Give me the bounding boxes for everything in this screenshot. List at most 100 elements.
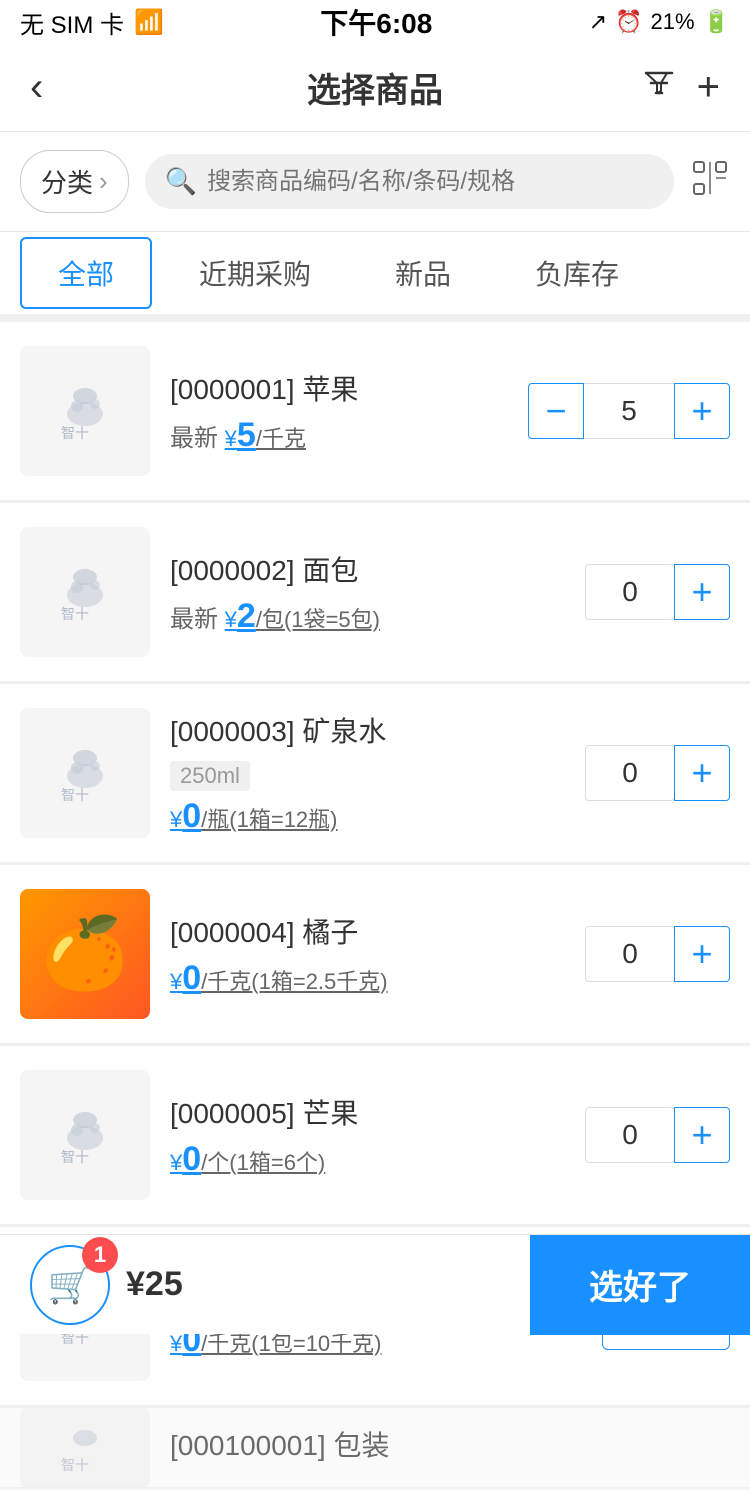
table-row: 🍊 [0000004] 橘子 ¥0/千克(1箱=2.5千克) + — [0, 865, 750, 1044]
nav-left: ‹ — [30, 65, 43, 110]
qty-input-4[interactable] — [585, 1107, 675, 1163]
wifi-icon: 📶 — [134, 8, 164, 37]
nav-bar: ‹ 选择商品 + — [0, 44, 750, 132]
svg-text:智十: 智十 — [61, 606, 89, 622]
filter-icon[interactable] — [641, 65, 677, 110]
qty-plus-2[interactable]: + — [674, 745, 730, 801]
tab-negative[interactable]: 负库存 — [498, 238, 656, 308]
product-name-1: [0000002] 面包 — [170, 549, 565, 589]
battery-icon: 🔋 — [703, 9, 730, 35]
unit-5: /千克(1包=10千克) — [201, 1331, 381, 1356]
svg-text:智十: 智十 — [61, 425, 89, 441]
product-name-6: [000100001] 包装 — [170, 1424, 710, 1464]
qty-input-1[interactable] — [585, 564, 675, 620]
product-price-3: ¥0/千克(1箱=2.5千克) — [170, 959, 565, 998]
unit-2: /瓶(1箱=12瓶) — [201, 807, 337, 832]
product-image-4: 智十 — [20, 1070, 150, 1200]
cart-section: 🛒 1 ¥25 — [0, 1245, 530, 1325]
filter-bar: 分类 › 🔍 — [0, 132, 750, 232]
qty-control-2: + — [585, 745, 730, 801]
tab-new[interactable]: 新品 — [358, 238, 488, 308]
scan-icon[interactable] — [690, 158, 730, 206]
product-info-6: [000100001] 包装 — [150, 1424, 730, 1472]
bottom-bar: 🛒 1 ¥25 选好了 — [0, 1234, 750, 1334]
amount-2: 0 — [182, 797, 201, 835]
search-input[interactable] — [207, 168, 654, 196]
search-box: 🔍 — [145, 154, 674, 209]
currency-4: ¥ — [170, 1150, 182, 1175]
qty-control-3: + — [585, 926, 730, 982]
product-name-3: [0000004] 橘子 — [170, 911, 565, 951]
qty-input-0[interactable] — [584, 383, 674, 439]
confirm-label: 选好了 — [589, 1260, 691, 1309]
product-price-2: ¥0/瓶(1箱=12瓶) — [170, 797, 565, 836]
product-price-0: 最新 ¥5/千克 — [170, 416, 508, 455]
product-image-6: 智十 — [20, 1408, 150, 1488]
product-image-3: 🍊 — [20, 889, 150, 1019]
cart-icon: 🛒 — [48, 1264, 93, 1306]
svg-text:智十: 智十 — [61, 787, 89, 803]
qty-control-0: − + — [528, 383, 730, 439]
product-price-1: 最新 ¥2/包(1袋=5包) — [170, 597, 565, 636]
svg-text:智十: 智十 — [61, 1457, 89, 1473]
location-icon: ↗ — [589, 9, 607, 35]
unit-4: /个(1箱=6个) — [201, 1150, 325, 1175]
product-info-2: [0000003] 矿泉水 250ml ¥0/瓶(1箱=12瓶) — [150, 710, 585, 836]
currency-1: ¥ — [225, 607, 237, 632]
tabs-bar: 全部 近期采购 新品 负库存 — [0, 232, 750, 322]
qty-minus-0[interactable]: − — [528, 383, 584, 439]
product-spec-2: 250ml — [170, 761, 250, 791]
amount-3: 0 — [182, 959, 201, 997]
unit-1: /包(1袋=5包) — [256, 607, 380, 632]
tab-recent[interactable]: 近期采购 — [162, 238, 348, 308]
amount-4: 0 — [182, 1140, 201, 1178]
amount-1: 2 — [237, 597, 256, 635]
table-row: 智十 [0000005] 芒果 ¥0/个(1箱=6个) + — [0, 1046, 750, 1225]
battery-label: 21% — [651, 9, 695, 35]
product-name-2: [0000003] 矿泉水 — [170, 710, 565, 750]
qty-plus-4[interactable]: + — [674, 1107, 730, 1163]
category-button[interactable]: 分类 › — [20, 150, 129, 213]
table-row: 智十 [0000001] 苹果 最新 ¥5/千克 − + — [0, 322, 750, 501]
qty-input-3[interactable] — [585, 926, 675, 982]
product-info-3: [0000004] 橘子 ¥0/千克(1箱=2.5千克) — [150, 911, 585, 998]
table-row: 智十 [000100001] 包装 — [0, 1408, 750, 1488]
currency-0: ¥ — [225, 426, 237, 451]
status-right: ↗ ⏰ 21% 🔋 — [589, 9, 730, 35]
currency-2: ¥ — [170, 807, 182, 832]
product-name-0: [0000001] 苹果 — [170, 368, 508, 408]
currency-3: ¥ — [170, 969, 182, 994]
qty-input-2[interactable] — [585, 745, 675, 801]
currency-5: ¥ — [170, 1331, 182, 1356]
product-image-2: 智十 — [20, 708, 150, 838]
carrier-label: 无 SIM 卡 — [20, 5, 124, 40]
product-image-1: 智十 — [20, 527, 150, 657]
amount-0: 5 — [237, 416, 256, 454]
nav-right: + — [641, 65, 720, 110]
unit-3: /千克(1箱=2.5千克) — [201, 969, 387, 994]
search-icon: 🔍 — [165, 166, 197, 197]
unit-0: /千克 — [256, 426, 306, 451]
product-image-0: 智十 — [20, 346, 150, 476]
qty-control-1: + — [585, 564, 730, 620]
product-name-4: [0000005] 芒果 — [170, 1092, 565, 1132]
qty-plus-3[interactable]: + — [674, 926, 730, 982]
tab-all[interactable]: 全部 — [20, 237, 152, 309]
status-time: 下午6:08 — [320, 2, 432, 42]
add-button[interactable]: + — [697, 65, 720, 110]
table-row: 智十 [0000002] 面包 最新 ¥2/包(1袋=5包) + — [0, 503, 750, 682]
status-bar: 无 SIM 卡 📶 下午6:08 ↗ ⏰ 21% 🔋 — [0, 0, 750, 44]
confirm-button[interactable]: 选好了 — [530, 1235, 750, 1335]
cart-total: ¥25 — [126, 1265, 183, 1304]
category-label: 分类 — [41, 163, 93, 200]
qty-plus-1[interactable]: + — [674, 564, 730, 620]
product-info-0: [0000001] 苹果 最新 ¥5/千克 — [150, 368, 528, 455]
cart-button[interactable]: 🛒 1 — [30, 1245, 110, 1325]
back-button[interactable]: ‹ — [30, 65, 43, 110]
table-row: 智十 [0000003] 矿泉水 250ml ¥0/瓶(1箱=12瓶) + — [0, 684, 750, 863]
product-info-1: [0000002] 面包 最新 ¥2/包(1袋=5包) — [150, 549, 585, 636]
qty-plus-0[interactable]: + — [674, 383, 730, 439]
status-left: 无 SIM 卡 📶 — [20, 5, 164, 40]
alarm-icon: ⏰ — [615, 9, 642, 35]
price-prefix-1: 最新 — [170, 606, 218, 633]
